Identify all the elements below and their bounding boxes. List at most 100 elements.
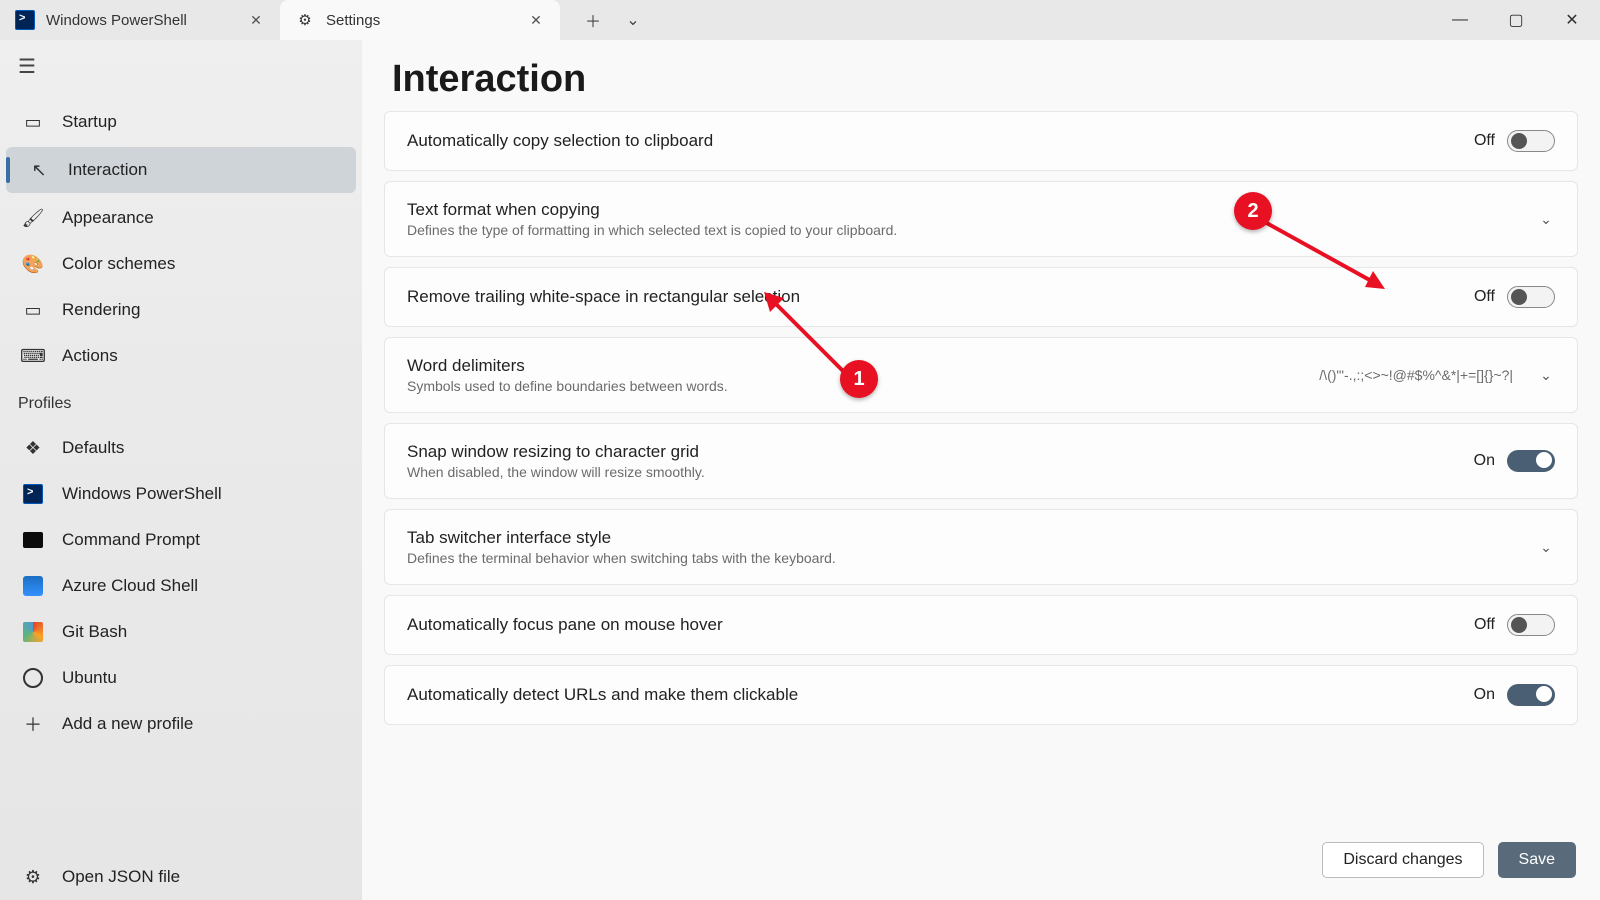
main-panel: Interaction Automatically copy selection… [362, 40, 1600, 900]
toggle-switch[interactable] [1507, 450, 1555, 472]
page-footer: Discard changes Save [362, 828, 1600, 900]
sidebar-item-rendering[interactable]: ▭ Rendering [0, 287, 362, 333]
toggle-state-label: Off [1474, 616, 1495, 634]
chevron-down-icon: ⌄ [1537, 539, 1555, 556]
gear-icon: ⚙ [22, 866, 44, 888]
startup-icon: ▭ [22, 111, 44, 133]
git-icon [22, 621, 44, 643]
sidebar-item-label: Color schemes [62, 254, 175, 274]
color-schemes-icon: 🎨 [22, 253, 44, 275]
window-controls: — ▢ ✕ [1432, 0, 1600, 40]
gear-icon: ⚙ [294, 9, 316, 31]
toggle-switch[interactable] [1507, 286, 1555, 308]
setting-title: Snap window resizing to character grid [407, 442, 1458, 462]
setting-title: Automatically detect URLs and make them … [407, 685, 1458, 705]
setting-description: Defines the terminal behavior when switc… [407, 550, 1521, 566]
setting-auto-copy[interactable]: Automatically copy selection to clipboar… [384, 111, 1578, 171]
maximize-button[interactable]: ▢ [1488, 0, 1544, 40]
cmd-icon [22, 529, 44, 551]
sidebar-item-label: Command Prompt [62, 530, 200, 550]
sidebar-item-color-schemes[interactable]: 🎨 Color schemes [0, 241, 362, 287]
azure-icon [22, 575, 44, 597]
sidebar-profile-powershell[interactable]: Windows PowerShell [0, 471, 362, 517]
new-tab-button[interactable]: ＋ [578, 5, 608, 35]
toggle-switch[interactable] [1507, 684, 1555, 706]
setting-word-delimiters[interactable]: Word delimiters Symbols used to define b… [384, 337, 1578, 413]
setting-tab-switcher[interactable]: Tab switcher interface style Defines the… [384, 509, 1578, 585]
sidebar-item-label: Windows PowerShell [62, 484, 222, 504]
sidebar-profile-azure[interactable]: Azure Cloud Shell [0, 563, 362, 609]
sidebar-item-label: Open JSON file [62, 867, 180, 887]
setting-description: Symbols used to define boundaries betwee… [407, 378, 1303, 394]
tab-label: Windows PowerShell [46, 12, 187, 29]
setting-snap-grid[interactable]: Snap window resizing to character grid W… [384, 423, 1578, 499]
plus-icon: ＋ [22, 713, 44, 735]
interaction-icon: ↖ [28, 159, 50, 181]
tab-powershell[interactable]: Windows PowerShell ✕ [0, 0, 280, 40]
sidebar-item-appearance[interactable]: 🖌 Appearance [0, 195, 362, 241]
chevron-down-icon: ⌄ [1537, 367, 1555, 384]
powershell-icon [14, 9, 36, 31]
close-window-button[interactable]: ✕ [1544, 0, 1600, 40]
sidebar-item-label: Defaults [62, 438, 124, 458]
chevron-down-icon: ⌄ [1537, 211, 1555, 228]
discard-button[interactable]: Discard changes [1322, 842, 1483, 878]
sidebar: ☰ ▭ Startup ↖ Interaction 🖌 Appearance 🎨… [0, 40, 362, 900]
appearance-icon: 🖌 [22, 207, 44, 229]
sidebar-item-label: Git Bash [62, 622, 127, 642]
rendering-icon: ▭ [22, 299, 44, 321]
setting-title: Text format when copying [407, 200, 1521, 220]
sidebar-item-label: Ubuntu [62, 668, 117, 688]
setting-title: Automatically copy selection to clipboar… [407, 131, 1458, 151]
sidebar-profile-ubuntu[interactable]: Ubuntu [0, 655, 362, 701]
profiles-header: Profiles [0, 379, 362, 419]
powershell-icon [22, 483, 44, 505]
sidebar-item-label: Actions [62, 346, 118, 366]
toggle-state-label: On [1474, 452, 1495, 470]
actions-icon: ⌨ [22, 345, 44, 367]
setting-title: Remove trailing white-space in rectangul… [407, 287, 1458, 307]
sidebar-profile-gitbash[interactable]: Git Bash [0, 609, 362, 655]
sidebar-item-label: Azure Cloud Shell [62, 576, 198, 596]
sidebar-open-json[interactable]: ⚙ Open JSON file [0, 854, 362, 900]
setting-focus-hover[interactable]: Automatically focus pane on mouse hover … [384, 595, 1578, 655]
save-button[interactable]: Save [1498, 842, 1576, 878]
sidebar-item-label: Add a new profile [62, 714, 193, 734]
sidebar-profile-cmd[interactable]: Command Prompt [0, 517, 362, 563]
sidebar-add-profile[interactable]: ＋ Add a new profile [0, 701, 362, 747]
setting-value: /\()"'-.,:;<>~!@#$%^&*|+=[]{}~?| [1319, 367, 1513, 383]
sidebar-item-actions[interactable]: ⌨ Actions [0, 333, 362, 379]
tab-dropdown-button[interactable]: ⌄ [618, 5, 648, 35]
minimize-button[interactable]: — [1432, 0, 1488, 40]
sidebar-item-label: Rendering [62, 300, 140, 320]
setting-text-format[interactable]: Text format when copying Defines the typ… [384, 181, 1578, 257]
settings-list: Automatically copy selection to clipboar… [362, 111, 1600, 828]
sidebar-item-startup[interactable]: ▭ Startup [0, 99, 362, 145]
tab-label: Settings [326, 12, 380, 29]
tab-settings[interactable]: ⚙ Settings ✕ [280, 0, 560, 40]
hamburger-button[interactable]: ☰ [0, 40, 362, 93]
close-icon[interactable]: ✕ [526, 10, 546, 30]
setting-description: Defines the type of formatting in which … [407, 222, 1521, 238]
setting-trim-whitespace[interactable]: Remove trailing white-space in rectangul… [384, 267, 1578, 327]
setting-detect-urls[interactable]: Automatically detect URLs and make them … [384, 665, 1578, 725]
sidebar-item-interaction[interactable]: ↖ Interaction [6, 147, 356, 193]
defaults-icon: ❖ [22, 437, 44, 459]
setting-title: Automatically focus pane on mouse hover [407, 615, 1458, 635]
sidebar-item-label: Startup [62, 112, 117, 132]
setting-description: When disabled, the window will resize sm… [407, 464, 1458, 480]
setting-title: Tab switcher interface style [407, 528, 1521, 548]
sidebar-item-label: Interaction [68, 160, 147, 180]
toggle-switch[interactable] [1507, 130, 1555, 152]
ubuntu-icon [22, 667, 44, 689]
toggle-switch[interactable] [1507, 614, 1555, 636]
toggle-state-label: Off [1474, 288, 1495, 306]
sidebar-item-label: Appearance [62, 208, 154, 228]
close-icon[interactable]: ✕ [246, 10, 266, 30]
setting-title: Word delimiters [407, 356, 1303, 376]
page-title: Interaction [362, 40, 1600, 111]
toggle-state-label: Off [1474, 132, 1495, 150]
toggle-state-label: On [1474, 686, 1495, 704]
sidebar-profile-defaults[interactable]: ❖ Defaults [0, 425, 362, 471]
title-bar: Windows PowerShell ✕ ⚙ Settings ✕ ＋ ⌄ — … [0, 0, 1600, 40]
